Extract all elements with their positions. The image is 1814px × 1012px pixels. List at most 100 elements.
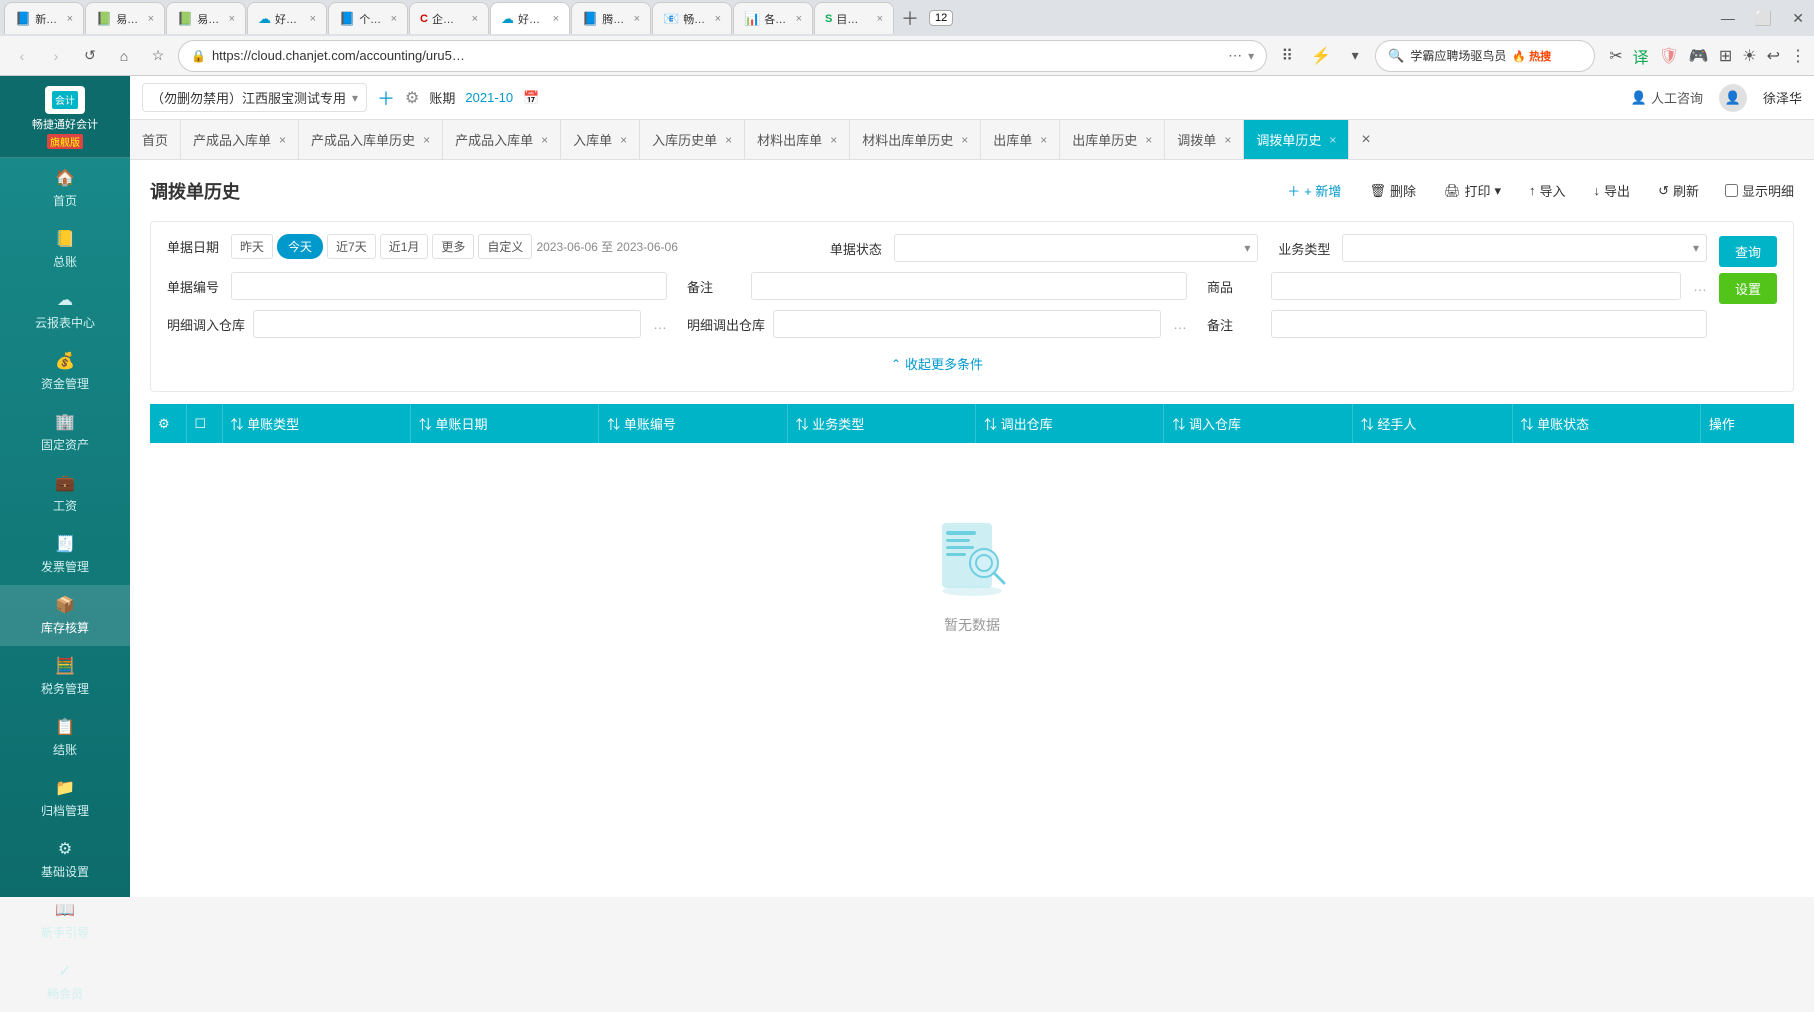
expand-url-icon[interactable]: ▾ xyxy=(1341,42,1369,70)
th-in-warehouse[interactable]: ⇅ 调入仓库 xyxy=(1164,404,1352,443)
th-no[interactable]: ⇅ 单账编号 xyxy=(599,404,787,443)
page-tab-transfer-hist[interactable]: 调拨单历史 × xyxy=(1244,120,1349,160)
gamepad-icon[interactable]: 🎮 xyxy=(1689,46,1709,66)
refresh-button[interactable]: ↺ 刷新 xyxy=(1648,176,1709,205)
import-button[interactable]: ↑ 导入 xyxy=(1519,176,1576,205)
browser-tab-9[interactable]: 📧 畅… × xyxy=(652,2,732,34)
bookmark-button[interactable]: ☆ xyxy=(144,42,172,70)
status-select[interactable] xyxy=(894,234,1259,262)
orderno-input[interactable] xyxy=(231,272,667,300)
in-hist-close-icon[interactable]: × xyxy=(725,133,732,147)
sidebar-item-guide[interactable]: 📖 新手引导 xyxy=(0,890,130,951)
detail-remark-input[interactable] xyxy=(1271,310,1707,338)
goods-input[interactable] xyxy=(1271,272,1681,300)
query-button[interactable]: 查询 xyxy=(1719,236,1777,267)
browser-menu-icon[interactable]: ⋮ xyxy=(1790,46,1806,66)
th-biztype[interactable]: ⇅ 业务类型 xyxy=(787,404,975,443)
browser-tab-2[interactable]: 📗 易… × xyxy=(85,2,165,34)
tab-close-7[interactable]: × xyxy=(553,13,559,25)
support-button[interactable]: 👤 人工咨询 xyxy=(1631,88,1703,107)
theme-icon[interactable]: ☀ xyxy=(1742,46,1756,66)
page-tab-product-in[interactable]: 产成品入库单 × xyxy=(181,120,299,160)
tab-close-10[interactable]: × xyxy=(796,13,802,25)
maximize-button[interactable]: ⬜ xyxy=(1749,10,1778,27)
date-yesterday-btn[interactable]: 昨天 xyxy=(231,234,273,259)
sidebar-item-ledger[interactable]: 📒 总账 xyxy=(0,219,130,280)
tab-close-9[interactable]: × xyxy=(715,13,721,25)
translate-icon[interactable]: 译 xyxy=(1633,44,1649,68)
sidebar-item-home[interactable]: 🏠 首页 xyxy=(0,158,130,219)
sidebar-item-inventory[interactable]: 📦 库存核算 xyxy=(0,585,130,646)
remark-input[interactable] xyxy=(751,272,1187,300)
close-all-tabs-button[interactable]: × xyxy=(1353,131,1378,149)
delete-button[interactable]: 🗑 删除 xyxy=(1359,176,1426,205)
tab-close-8[interactable]: × xyxy=(634,13,640,25)
extensions-icon[interactable]: ⠿ xyxy=(1273,42,1301,70)
search-bar[interactable]: 🔍 学霸应聘场驱鸟员 🔥 热搜 xyxy=(1375,40,1595,72)
sidebar-item-basic[interactable]: ⚙ 基础设置 xyxy=(0,829,130,890)
date-more-btn[interactable]: 更多 xyxy=(432,234,474,259)
period-calendar-icon[interactable]: 📅 xyxy=(523,90,539,106)
th-settings[interactable]: ⚙ xyxy=(150,404,186,443)
add-company-button[interactable]: ＋ xyxy=(377,85,395,111)
tab-close-6[interactable]: × xyxy=(472,13,478,25)
tab-close-4[interactable]: × xyxy=(310,13,316,25)
grid-icon[interactable]: ⊞ xyxy=(1719,46,1732,66)
date-7days-btn[interactable]: 近7天 xyxy=(327,234,376,259)
product-in-hist-close-icon[interactable]: × xyxy=(423,133,430,147)
material-out-hist-close-icon[interactable]: × xyxy=(961,133,968,147)
page-tab-product-in2[interactable]: 产成品入库单 × xyxy=(443,120,561,160)
tab-close-3[interactable]: × xyxy=(229,13,235,25)
sidebar-item-funds[interactable]: 💰 资金管理 xyxy=(0,341,130,402)
biztype-select-wrapper[interactable] xyxy=(1342,234,1707,262)
close-window-button[interactable]: ✕ xyxy=(1786,10,1810,27)
page-tab-home[interactable]: 首页 xyxy=(130,120,181,160)
transfer-close-icon[interactable]: × xyxy=(1224,133,1231,147)
display-cols-checkbox[interactable]: 显示明细 xyxy=(1725,181,1794,200)
url-bar[interactable]: 🔒 https://cloud.chanjet.com/accounting/u… xyxy=(178,40,1267,72)
th-handler[interactable]: ⇅ 经手人 xyxy=(1352,404,1512,443)
scissors-icon[interactable]: ✂ xyxy=(1609,46,1622,66)
back-button[interactable]: ‹ xyxy=(8,42,36,70)
minimize-button[interactable]: — xyxy=(1715,10,1741,26)
reload-button[interactable]: ↺ xyxy=(76,42,104,70)
th-date[interactable]: ⇅ 单账日期 xyxy=(410,404,598,443)
sidebar-item-settle[interactable]: 📋 结账 xyxy=(0,707,130,768)
period-value[interactable]: 2021-10 xyxy=(465,90,513,105)
print-button[interactable]: 🖨 打印 ▾ xyxy=(1434,176,1511,205)
product-in2-close-icon[interactable]: × xyxy=(541,133,548,147)
th-checkbox[interactable]: ☐ xyxy=(186,404,222,443)
browser-tab-1[interactable]: 📘 新… × xyxy=(4,2,84,34)
display-cols-input[interactable] xyxy=(1725,184,1738,197)
biztype-select[interactable] xyxy=(1342,234,1707,262)
date-custom-btn[interactable]: 自定义 xyxy=(478,234,532,259)
date-1month-btn[interactable]: 近1月 xyxy=(380,234,429,259)
filter-settings-button[interactable]: 设置 xyxy=(1719,273,1777,304)
tab-close-2[interactable]: × xyxy=(148,13,154,25)
goods-more-icon[interactable]: … xyxy=(1693,278,1707,294)
tab-close-1[interactable]: × xyxy=(67,13,73,25)
browser-tab-5[interactable]: 📘 个… × xyxy=(328,2,408,34)
tab-close-5[interactable]: × xyxy=(391,13,397,25)
browser-tab-4[interactable]: ☁ 好… × xyxy=(247,2,327,34)
sidebar-item-tax[interactable]: 🧮 税务管理 xyxy=(0,646,130,707)
lightning-icon[interactable]: ⚡ xyxy=(1307,42,1335,70)
url-dropdown-icon[interactable]: ▾ xyxy=(1248,49,1254,63)
company-selector[interactable]: （勿删勿禁用）江西服宝测试专用 ▾ xyxy=(142,83,367,112)
sidebar-item-invoice[interactable]: 🧾 发票管理 xyxy=(0,524,130,585)
sidebar-item-vip[interactable]: ✓ 畅会员 xyxy=(0,951,130,1012)
browser-tab-6[interactable]: C 企… × xyxy=(409,2,489,34)
detail-out-input[interactable] xyxy=(773,310,1161,338)
th-type[interactable]: ⇅ 单账类型 xyxy=(222,404,410,443)
out-hist-close-icon[interactable]: × xyxy=(1145,133,1152,147)
collapse-button[interactable]: ⌃ 收起更多条件 xyxy=(167,348,1707,379)
th-status[interactable]: ⇅ 单账状态 xyxy=(1512,404,1700,443)
status-select-wrapper[interactable] xyxy=(894,234,1259,262)
page-tab-out-order[interactable]: 出库单 × xyxy=(981,120,1060,160)
tab-close-11[interactable]: × xyxy=(877,13,883,25)
detail-in-more-icon[interactable]: … xyxy=(653,316,667,332)
shield-icon[interactable]: 🛡 xyxy=(1659,46,1679,66)
browser-tab-11[interactable]: S 目… × xyxy=(814,2,894,34)
forward-button[interactable]: › xyxy=(42,42,70,70)
browser-tab-10[interactable]: 📊 各… × xyxy=(733,2,813,34)
